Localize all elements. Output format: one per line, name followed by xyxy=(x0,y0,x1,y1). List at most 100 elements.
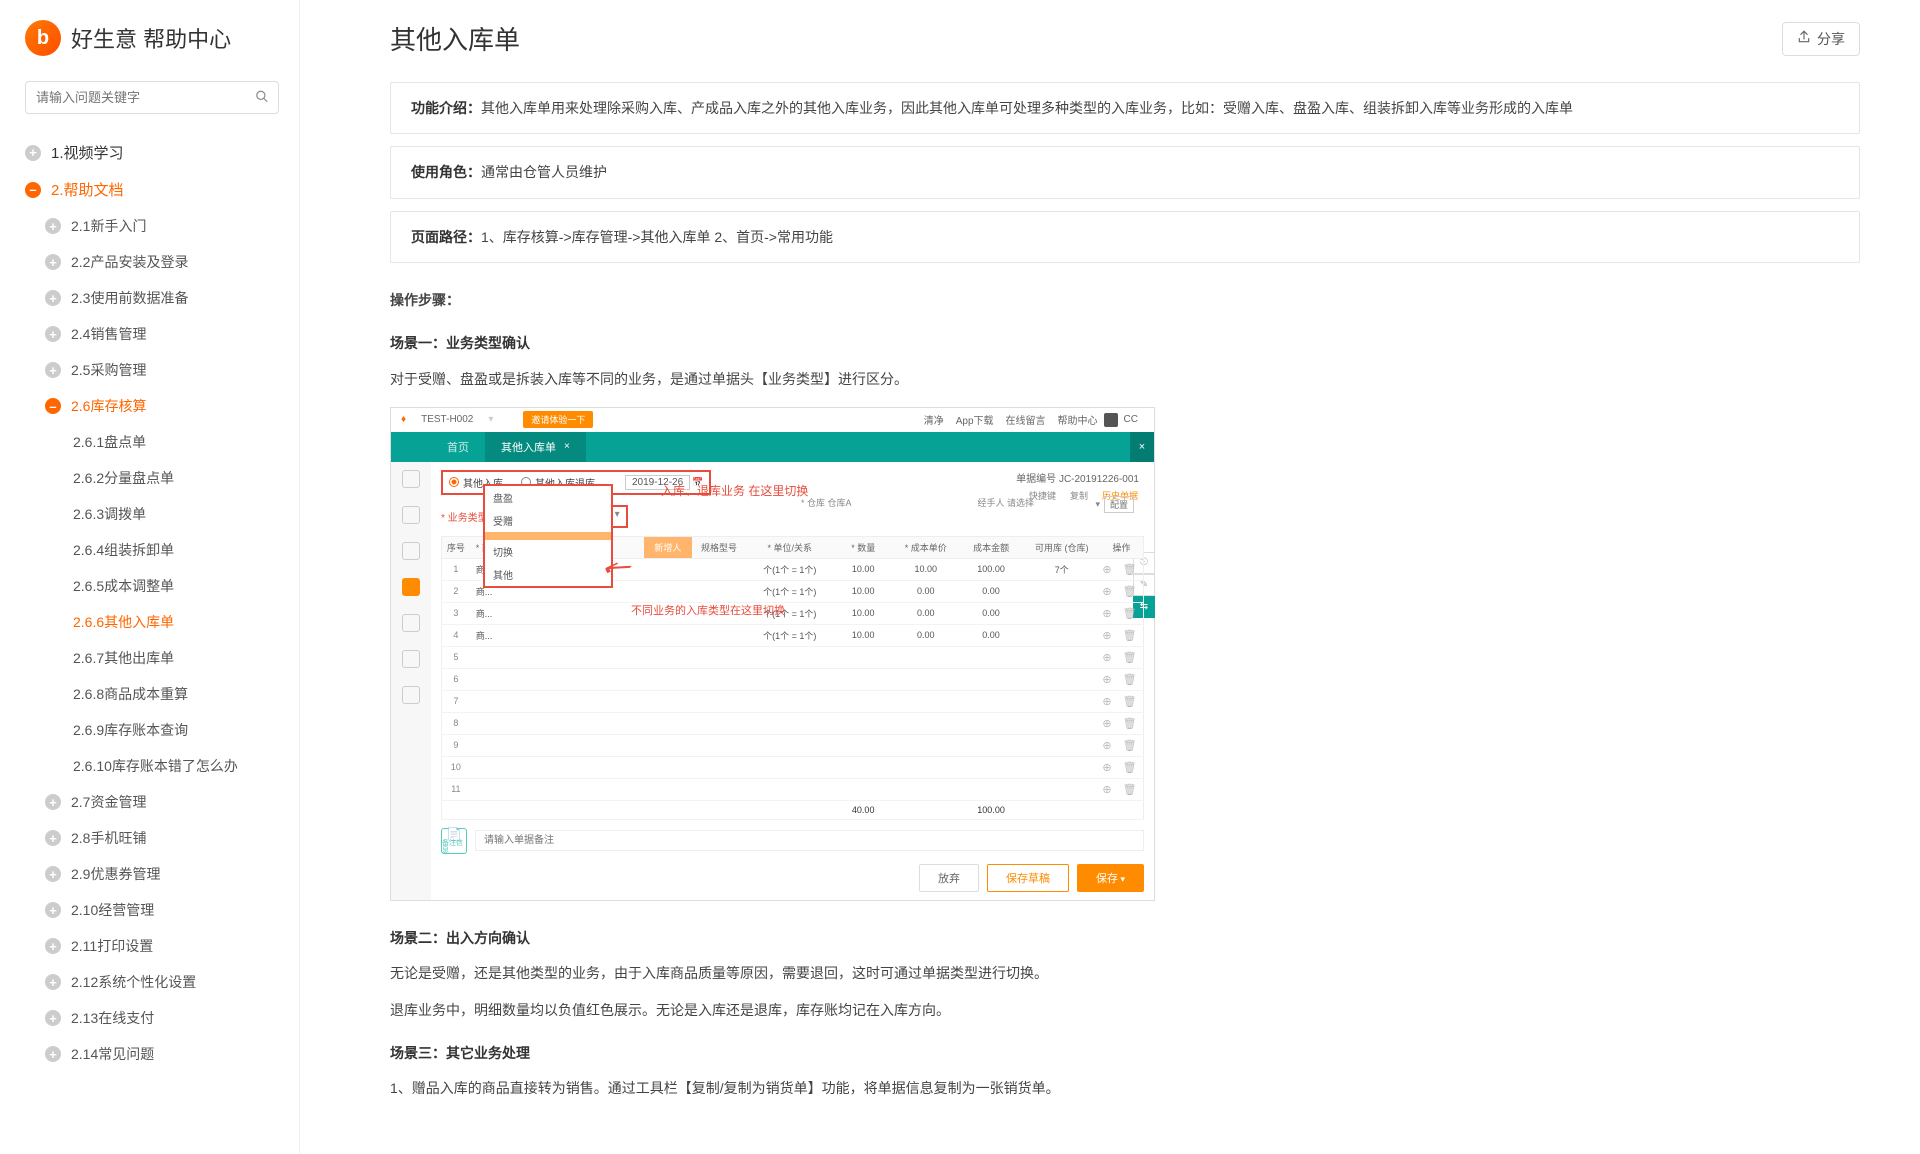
mock-tabs: 首页 其他入库单× × xyxy=(391,432,1154,462)
nav-item[interactable]: 2.9优惠券管理 xyxy=(25,856,279,892)
tab-active: 其他入库单× xyxy=(485,432,586,462)
col-header: * 单位/关系 xyxy=(746,536,833,558)
nav-item[interactable]: 2.6.1盘点单 xyxy=(25,424,279,460)
path-box: 页面路径：1、库存核算->库存管理->其他入库单 2、首页->常用功能 xyxy=(390,211,1860,263)
leftbar-icon xyxy=(402,650,420,668)
leftbar-icon xyxy=(402,614,420,632)
radio-icon xyxy=(449,477,459,487)
table-row: 5⊕ 🗑 xyxy=(442,646,1144,668)
scene1-text: 对于受赠、盘盈或是拆装入库等不同的业务，是通过单据头【业务类型】进行区分。 xyxy=(390,367,1860,392)
search-icon[interactable] xyxy=(255,89,269,106)
user-name: CC xyxy=(1124,414,1138,425)
nav-item[interactable]: 2.6.2分量盘点单 xyxy=(25,460,279,496)
invite-button: 邀请体验一下 xyxy=(523,411,593,428)
remark-input xyxy=(475,830,1144,851)
col-header: 规格型号 xyxy=(692,536,746,558)
nav-item[interactable]: 2.6.4组装拆卸单 xyxy=(25,532,279,568)
nav-item-current[interactable]: 2.6.6其他入库单 xyxy=(25,604,279,640)
role-label: 使用角色： xyxy=(411,164,481,180)
nav-item[interactable]: 2.6.10库存账本错了怎么办 xyxy=(25,748,279,784)
nav-label: 2.1新手入门 xyxy=(71,216,146,236)
nav-item[interactable]: 2.6.7其他出库单 xyxy=(25,640,279,676)
path-text: 1、库存核算->库存管理->其他入库单 2、首页->常用功能 xyxy=(481,229,833,245)
nav-item[interactable]: 2.3使用前数据准备 xyxy=(25,280,279,316)
top-link: 清净 xyxy=(924,412,944,427)
draft-button: 保存草稿 xyxy=(987,864,1069,892)
expand-icon xyxy=(45,1046,61,1062)
nav-label: 2.6.3调拨单 xyxy=(73,504,146,524)
nav-label: 2.9优惠券管理 xyxy=(71,864,160,884)
top-link: 在线留言 xyxy=(1006,412,1046,427)
nav-item[interactable]: 2.14常见问题 xyxy=(25,1036,279,1072)
expand-icon xyxy=(45,254,61,270)
nav-item[interactable]: 2.6.8商品成本重算 xyxy=(25,676,279,712)
search-box xyxy=(25,81,279,114)
nav-item[interactable]: 2.帮助文档 xyxy=(25,171,279,208)
logo-text: 好生意 帮助中心 xyxy=(71,22,231,54)
dropdown-option: 其他 xyxy=(485,563,611,586)
intro-label: 功能介绍： xyxy=(411,100,481,116)
nav-label: 2.8手机旺铺 xyxy=(71,828,146,848)
expand-icon xyxy=(45,326,61,342)
nav-label: 2.6库存核算 xyxy=(71,396,146,416)
mock-topbar: ♦ TEST-H002 ▾ 邀请体验一下 清净 App下载 在线留言 帮助中心 … xyxy=(391,408,1154,432)
remark-icon: 📄备注信息 xyxy=(441,828,467,854)
nav-item[interactable]: 2.13在线支付 xyxy=(25,1000,279,1036)
nav-item[interactable]: 2.7资金管理 xyxy=(25,784,279,820)
nav-item[interactable]: 2.8手机旺铺 xyxy=(25,820,279,856)
discard-button: 放弃 xyxy=(919,864,979,892)
biztype-options: 盘盈 受赠 切换 其他 xyxy=(483,484,613,588)
scene2-text: 无论是受赠，还是其他类型的业务，由于入库商品质量等原因，需要退回，这时可通过单据… xyxy=(390,961,1860,986)
page-title: 其他入库单 xyxy=(390,20,520,57)
doc-number: 单据编号 JC-20191226-001 xyxy=(1016,470,1139,485)
nav-label: 2.帮助文档 xyxy=(51,179,124,200)
nav-item[interactable]: 2.11打印设置 xyxy=(25,928,279,964)
grid-footer: 40.00 100.00 xyxy=(442,800,1144,819)
table-row: 6⊕ 🗑 xyxy=(442,668,1144,690)
nav-item[interactable]: 2.12系统个性化设置 xyxy=(25,964,279,1000)
nav-item[interactable]: 2.10经营管理 xyxy=(25,892,279,928)
title-row: 其他入库单 分享 xyxy=(390,20,1860,57)
expand-icon xyxy=(45,1010,61,1026)
nav-item[interactable]: 2.1新手入门 xyxy=(25,208,279,244)
nav-item[interactable]: 2.6.3调拨单 xyxy=(25,496,279,532)
nav-item[interactable]: 2.6.9库存账本查询 xyxy=(25,712,279,748)
nav-item[interactable]: 2.6库存核算 xyxy=(25,388,279,424)
mock-leftbar xyxy=(391,462,431,900)
col-header: * 成本单价 xyxy=(893,536,958,558)
total-qty: 40.00 xyxy=(833,800,893,819)
filter-label: * 业务类型 xyxy=(441,509,488,524)
nav-item[interactable]: 2.4销售管理 xyxy=(25,316,279,352)
nav-item[interactable]: 2.5采购管理 xyxy=(25,352,279,388)
nav-item[interactable]: 2.2产品安装及登录 xyxy=(25,244,279,280)
nav-label: 2.6.6其他入库单 xyxy=(73,612,174,632)
leftbar-icon xyxy=(402,470,420,488)
nav-item[interactable]: 1.视频学习 xyxy=(25,134,279,171)
col-header: 序号 xyxy=(442,536,470,558)
mock-content: 其他入库 其他入库退库 2019-12-26 📅 ← 入库、退库业务 在这里切换… xyxy=(431,462,1154,900)
scene3-text: 1、赠品入库的商品直接转为销售。通过工具栏【复制/复制为销货单】功能，将单据信息… xyxy=(390,1076,1860,1101)
screenshot-mock: ♦ TEST-H002 ▾ 邀请体验一下 清净 App下载 在线留言 帮助中心 … xyxy=(390,407,1155,901)
nav-label: 2.6.5成本调整单 xyxy=(73,576,174,596)
expand-icon xyxy=(45,974,61,990)
role-box: 使用角色：通常由仓管人员维护 xyxy=(390,146,1860,198)
search-input[interactable] xyxy=(25,81,279,114)
path-label: 页面路径： xyxy=(411,229,481,245)
nav-item[interactable]: 2.6.5成本调整单 xyxy=(25,568,279,604)
expand-icon xyxy=(45,866,61,882)
steps-section: 操作步骤： 场景一：业务类型确认 对于受赠、盘盈或是拆装入库等不同的业务，是通过… xyxy=(390,288,1860,1102)
nav-label: 2.10经营管理 xyxy=(71,900,154,920)
intro-box: 功能介绍：其他入库单用来处理除采购入库、产成品入库之外的其他入库业务，因此其他入… xyxy=(390,82,1860,134)
expand-icon xyxy=(45,902,61,918)
share-button[interactable]: 分享 xyxy=(1782,22,1860,56)
steps-label: 操作步骤： xyxy=(390,292,460,308)
dropdown-option: 切换 xyxy=(485,540,611,563)
leftbar-icon xyxy=(402,542,420,560)
dropdown-option: 受赠 xyxy=(485,509,611,532)
col-header: * 数量 xyxy=(833,536,893,558)
handler-label: 经手人 请选择 xyxy=(977,496,1034,509)
collapse-icon xyxy=(25,182,41,198)
close-icon: × xyxy=(564,441,570,452)
col-header: 新增人 xyxy=(644,536,692,558)
scene1-title: 场景一：业务类型确认 xyxy=(390,331,1860,356)
